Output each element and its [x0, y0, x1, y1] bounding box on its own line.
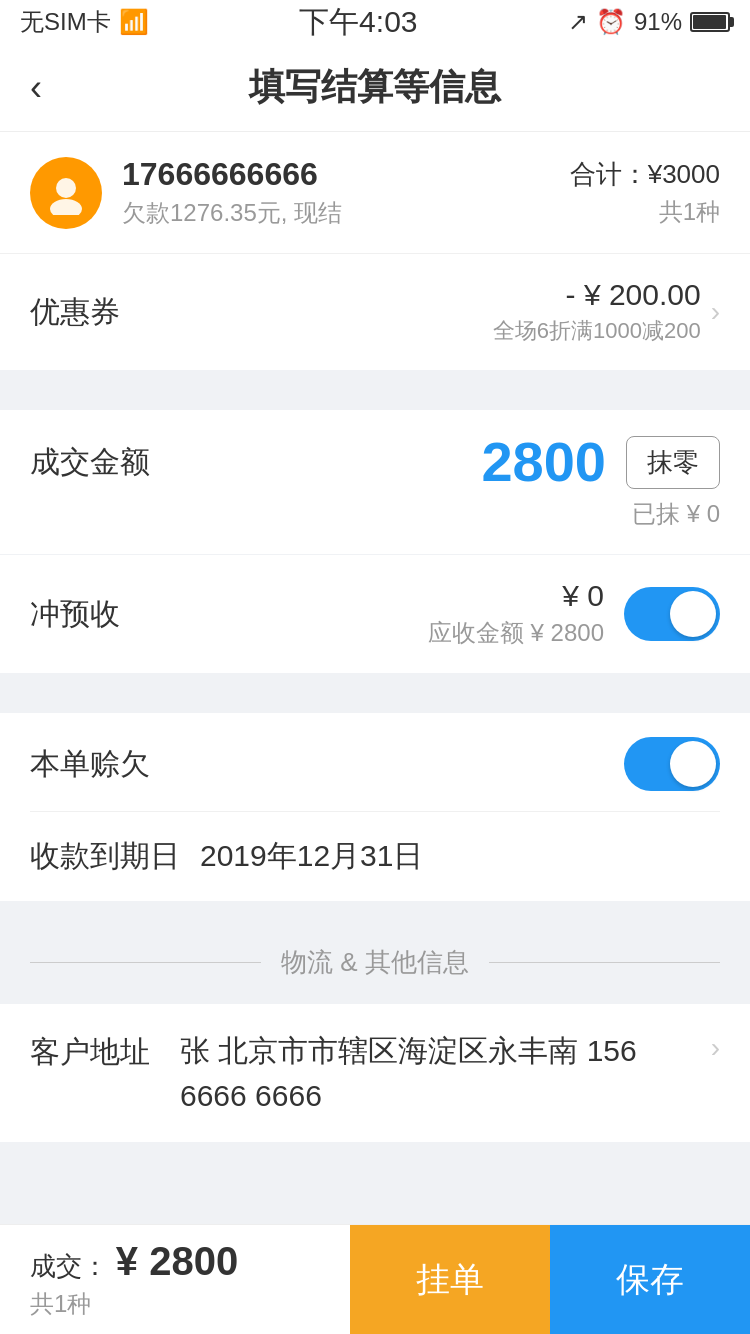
- status-left: 无SIM卡 📶: [20, 6, 149, 38]
- page-title: 填写结算等信息: [249, 63, 501, 112]
- address-value: 张 北京市市辖区海淀区永丰南 156 6666 6666: [180, 1028, 701, 1118]
- customer-phone: 17666666666: [122, 156, 342, 193]
- amount-row: 成交金额 2800 抹零: [30, 434, 720, 490]
- amount-sub-text: 已抹 ¥ 0: [30, 498, 720, 530]
- address-chevron-icon: ›: [711, 1032, 720, 1064]
- total-label: 合计：¥3000: [570, 157, 720, 192]
- prereceive-value: ¥ 0 应收金额 ¥ 2800: [428, 579, 604, 649]
- prereceive-section: 冲预收 ¥ 0 应收金额 ¥ 2800: [0, 555, 750, 673]
- logistics-divider: 物流 & 其他信息: [0, 921, 750, 1004]
- wifi-icon: 📶: [119, 8, 149, 36]
- customer-debt: 欠款1276.35元, 现结: [122, 197, 342, 229]
- debt-section: 本单赊欠 收款到期日 2019年12月31日: [0, 713, 750, 901]
- separator-1: [0, 390, 750, 410]
- debt-toggle-knob: [670, 741, 716, 787]
- total-count: 共1种: [570, 196, 720, 228]
- battery-icon: [690, 12, 730, 32]
- bottom-bar: 成交： ¥ 2800 共1种 挂单 保存: [0, 1224, 750, 1334]
- prereceive-right: ¥ 0 应收金额 ¥ 2800: [428, 579, 720, 649]
- status-right: ↗ ⏰ 91%: [568, 8, 730, 36]
- prereceive-label: 冲预收: [30, 594, 120, 635]
- duedate-row: 收款到期日 2019年12月31日: [30, 836, 720, 877]
- alarm-icon: ⏰: [596, 8, 626, 36]
- customer-row: 17666666666 欠款1276.35元, 现结 合计：¥3000 共1种: [0, 132, 750, 253]
- coupon-amount: - ¥ 200.00: [493, 278, 701, 312]
- debt-row: 本单赊欠: [30, 737, 720, 791]
- location-icon: ↗: [568, 8, 588, 36]
- amount-right: 2800 抹零: [481, 434, 720, 490]
- svg-point-0: [56, 178, 76, 198]
- debt-label: 本单赊欠: [30, 744, 150, 785]
- toggle-knob: [670, 591, 716, 637]
- svg-point-1: [50, 199, 82, 215]
- customer-info: 17666666666 欠款1276.35元, 现结: [122, 156, 342, 229]
- amount-label: 成交金额: [30, 442, 150, 483]
- pending-button[interactable]: 挂单: [350, 1225, 550, 1335]
- bottom-deal-amount: ¥ 2800: [116, 1239, 238, 1283]
- duedate-label: 收款到期日: [30, 836, 180, 877]
- prereceive-amount: ¥ 0: [428, 579, 604, 613]
- address-label: 客户地址: [30, 1032, 150, 1073]
- bottom-count: 共1种: [30, 1288, 320, 1320]
- prereceive-row: 冲预收 ¥ 0 应收金额 ¥ 2800: [30, 579, 720, 649]
- bottom-info: 成交： ¥ 2800 共1种: [0, 1239, 350, 1320]
- carrier-label: 无SIM卡: [20, 6, 111, 38]
- content-area: 17666666666 欠款1276.35元, 现结 合计：¥3000 共1种 …: [0, 132, 750, 1334]
- coupon-right: - ¥ 200.00 全场6折满1000减200 ›: [493, 278, 720, 346]
- save-button[interactable]: 保存: [550, 1225, 750, 1335]
- coupon-row[interactable]: 优惠券 - ¥ 200.00 全场6折满1000减200 ›: [0, 253, 750, 370]
- divider-line-left: [30, 962, 261, 963]
- customer-total: 合计：¥3000 共1种: [570, 157, 720, 228]
- chevron-right-icon: ›: [711, 296, 720, 328]
- customer-left: 17666666666 欠款1276.35元, 现结: [30, 156, 342, 229]
- prereceive-toggle[interactable]: [624, 587, 720, 641]
- separator-3: [0, 901, 750, 921]
- battery-percent: 91%: [634, 8, 682, 36]
- amount-value: 2800: [481, 434, 606, 490]
- address-section[interactable]: 客户地址 张 北京市市辖区海淀区永丰南 156 6666 6666 ›: [0, 1004, 750, 1142]
- avatar-icon: [44, 171, 88, 215]
- coupon-desc: 全场6折满1000减200: [493, 316, 701, 346]
- bottom-deal-label: 成交：: [30, 1251, 108, 1281]
- separator-2: [0, 673, 750, 693]
- back-button[interactable]: ‹: [30, 67, 42, 109]
- logistics-label: 物流 & 其他信息: [281, 945, 469, 980]
- nav-bar: ‹ 填写结算等信息: [0, 44, 750, 132]
- address-row: 客户地址 张 北京市市辖区海淀区永丰南 156 6666 6666 ›: [30, 1028, 720, 1118]
- status-bar: 无SIM卡 📶 下午4:03 ↗ ⏰ 91%: [0, 0, 750, 44]
- duedate-section: 收款到期日 2019年12月31日: [30, 811, 720, 877]
- coupon-label: 优惠券: [30, 292, 120, 333]
- customer-card: 17666666666 欠款1276.35元, 现结 合计：¥3000 共1种 …: [0, 132, 750, 370]
- amount-section: 成交金额 2800 抹零 已抹 ¥ 0: [0, 410, 750, 554]
- duedate-value: 2019年12月31日: [200, 836, 423, 877]
- status-time: 下午4:03: [299, 2, 417, 43]
- avatar: [30, 157, 102, 229]
- coupon-value: - ¥ 200.00 全场6折满1000减200: [493, 278, 701, 346]
- divider-line-right: [489, 962, 720, 963]
- debt-toggle[interactable]: [624, 737, 720, 791]
- bottom-deal-row: 成交： ¥ 2800: [30, 1239, 320, 1284]
- prereceive-desc: 应收金额 ¥ 2800: [428, 617, 604, 649]
- round-down-button[interactable]: 抹零: [626, 436, 720, 489]
